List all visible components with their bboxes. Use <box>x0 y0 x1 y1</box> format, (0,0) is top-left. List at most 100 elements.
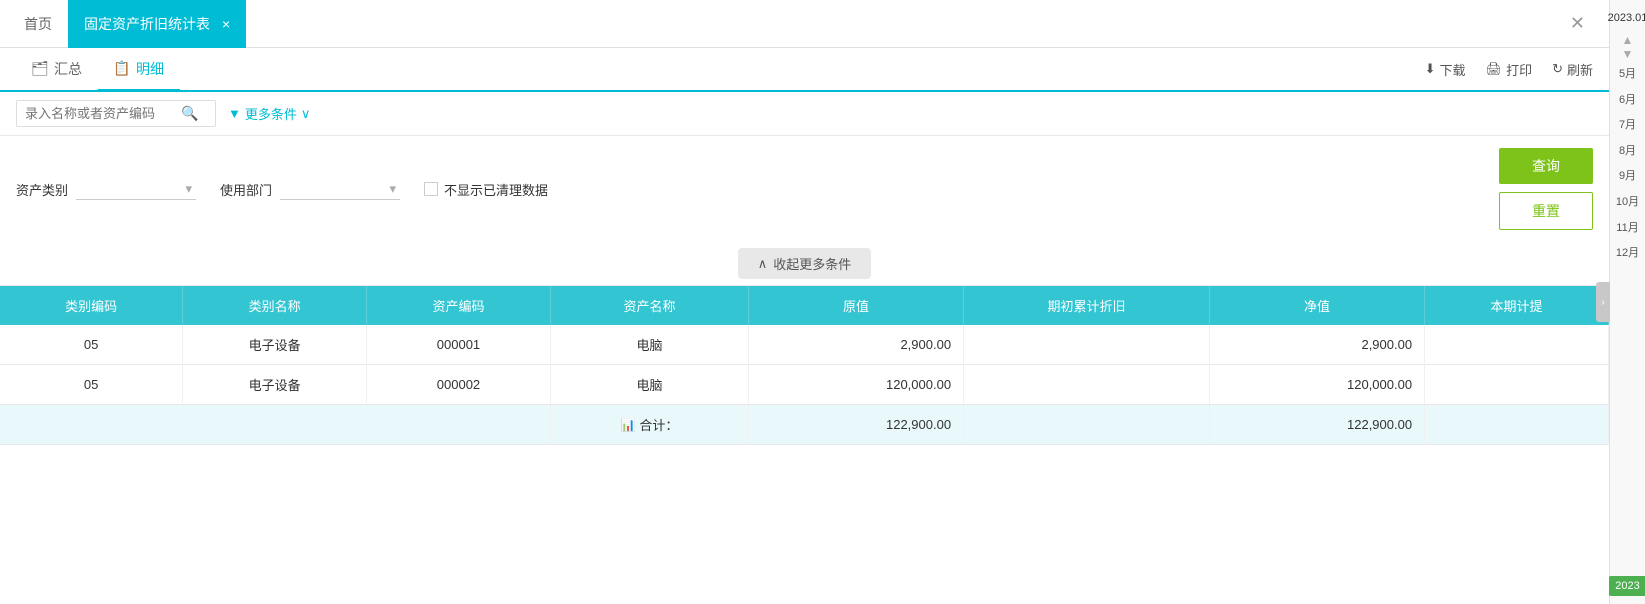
col-current-provision: 本期计提 <box>1425 286 1609 325</box>
hide-cleared-label: 不显示已清理数据 <box>444 180 548 199</box>
tab-summary-label: 汇总 <box>54 59 82 79</box>
cell-asset-code: 000001 <box>367 325 551 365</box>
hide-cleared-checkbox[interactable] <box>424 182 438 196</box>
more-conditions-label: 更多条件 <box>245 104 297 123</box>
nav-home[interactable]: 首页 <box>16 14 60 34</box>
collapse-button[interactable]: ∧ 收起更多条件 <box>738 248 872 279</box>
sidebar-expand-icon[interactable]: › <box>1596 282 1610 322</box>
tab-summary[interactable]: 🗂 汇总 <box>16 48 98 92</box>
cell-asset-name: 电脑 <box>550 365 748 405</box>
download-icon: ⬇ <box>1425 61 1436 77</box>
cell-category-code: 05 <box>0 325 183 365</box>
reset-button[interactable]: 重置 <box>1499 192 1593 230</box>
cell-asset-code: 000002 <box>367 365 551 405</box>
window-close-icon[interactable]: ✕ <box>1562 9 1593 38</box>
sidebar-down-icon[interactable]: ▼ <box>1622 48 1634 60</box>
right-sidebar: › 2023.01 ▲ ▼ 5月6月7月8月9月10月11月12月 2023 <box>1609 0 1645 604</box>
data-table: 类别编码 类别名称 资产编码 资产名称 原值 期初累计折旧 净值 本期计提 05… <box>0 286 1609 445</box>
refresh-button[interactable]: ↻ 刷新 <box>1552 60 1593 79</box>
refresh-icon: ↻ <box>1552 61 1563 77</box>
summary-icon: 🗂 <box>32 61 48 77</box>
asset-category-label: 资产类别 <box>16 180 68 199</box>
filter-area: 资产类别 ▾ 使用部门 ▾ 不显示已清理数据 查询 重置 <box>0 136 1609 286</box>
sidebar-month-item[interactable]: 5月 <box>1612 62 1643 88</box>
total-row: 📊 合计： 122,900.00 122,900.00 <box>0 405 1609 445</box>
cell-original-value: 120,000.00 <box>749 365 964 405</box>
filter-buttons: 查询 重置 <box>1499 148 1593 230</box>
col-net-value: 净值 <box>1210 286 1425 325</box>
nav-tab-close-icon[interactable]: × <box>222 16 230 32</box>
use-department-arrow-icon: ▾ <box>390 181 397 197</box>
collapse-up-icon: ∧ <box>758 256 768 272</box>
sidebar-month-item[interactable]: 11月 <box>1612 216 1643 242</box>
asset-category-select[interactable]: ▾ <box>76 179 196 200</box>
filter-icon: ▼ <box>228 106 241 121</box>
total-original-value: 122,900.00 <box>749 405 964 445</box>
cell-category-code: 05 <box>0 365 183 405</box>
sidebar-up-icon[interactable]: ▲ <box>1622 34 1634 46</box>
sidebar-month-item[interactable]: 6月 <box>1612 88 1643 114</box>
col-initial-depreciation: 期初累计折旧 <box>964 286 1210 325</box>
more-conditions-button[interactable]: ▼ 更多条件 ∨ <box>228 104 310 123</box>
sidebar-month-item[interactable]: 8月 <box>1612 139 1643 165</box>
search-input[interactable] <box>25 106 175 121</box>
toolbar: 🗂 汇总 📋 明细 ⬇ 下载 🖨 打印 ↻ 刷新 <box>0 48 1609 92</box>
table-header-row: 类别编码 类别名称 资产编码 资产名称 原值 期初累计折旧 净值 本期计提 <box>0 286 1609 325</box>
cell-category-name: 电子设备 <box>183 325 367 365</box>
query-button[interactable]: 查询 <box>1499 148 1593 184</box>
sidebar-month-item[interactable]: 9月 <box>1612 164 1643 190</box>
print-button[interactable]: 🖨 打印 <box>1486 60 1533 79</box>
cell-category-name: 电子设备 <box>183 365 367 405</box>
download-button[interactable]: ⬇ 下载 <box>1425 60 1466 79</box>
sidebar-month-item[interactable]: 12月 <box>1612 241 1643 267</box>
total-icon-cell <box>0 405 550 445</box>
sidebar-nav-arrows: ▲ ▼ <box>1622 34 1634 60</box>
search-icon: 🔍 <box>181 105 198 122</box>
collapse-bar: ∧ 收起更多条件 <box>16 242 1593 285</box>
col-category-name: 类别名称 <box>183 286 367 325</box>
detail-icon: 📋 <box>114 61 130 77</box>
nav-tab-active[interactable]: 固定资产折旧统计表 × <box>68 0 246 48</box>
cell-initial-depreciation <box>964 365 1210 405</box>
total-current-provision <box>1425 405 1609 445</box>
cell-net-value: 120,000.00 <box>1210 365 1425 405</box>
tab-detail-label: 明细 <box>136 59 164 79</box>
sidebar-month-item[interactable]: 10月 <box>1612 190 1643 216</box>
total-initial-depreciation <box>964 405 1210 445</box>
search-bar: 🔍 ▼ 更多条件 ∨ <box>0 92 1609 136</box>
date-display: 2023.01 <box>1606 8 1645 28</box>
cell-net-value: 2,900.00 <box>1210 325 1425 365</box>
table-wrap: 类别编码 类别名称 资产编码 资产名称 原值 期初累计折旧 净值 本期计提 05… <box>0 286 1609 604</box>
nav-tab-label: 固定资产折旧统计表 <box>84 14 210 34</box>
filter-hide-cleared[interactable]: 不显示已清理数据 <box>424 180 548 199</box>
cell-current-provision <box>1425 365 1609 405</box>
total-label: 📊 合计： <box>550 405 748 445</box>
refresh-label: 刷新 <box>1567 60 1593 79</box>
col-original-value: 原值 <box>749 286 964 325</box>
filter-use-department: 使用部门 ▾ <box>220 179 400 200</box>
top-nav: 首页 固定资产折旧统计表 × ✕ <box>0 0 1609 48</box>
sidebar-month-item[interactable]: 7月 <box>1612 113 1643 139</box>
print-icon: 🖨 <box>1486 61 1503 77</box>
cell-original-value: 2,900.00 <box>749 325 964 365</box>
collapse-label: 收起更多条件 <box>773 254 851 273</box>
chevron-down-icon: ∨ <box>301 106 311 122</box>
use-department-select[interactable]: ▾ <box>280 179 400 200</box>
sidebar-year[interactable]: 2023 <box>1609 576 1645 596</box>
table-row: 05 电子设备 000001 电脑 2,900.00 2,900.00 <box>0 325 1609 365</box>
total-net-value: 122,900.00 <box>1210 405 1425 445</box>
cell-asset-name: 电脑 <box>550 325 748 365</box>
col-asset-code: 资产编码 <box>367 286 551 325</box>
col-category-code: 类别编码 <box>0 286 183 325</box>
filter-asset-category: 资产类别 ▾ <box>16 179 196 200</box>
cell-current-provision <box>1425 325 1609 365</box>
use-department-label: 使用部门 <box>220 180 272 199</box>
cell-initial-depreciation <box>964 325 1210 365</box>
filter-row: 资产类别 ▾ 使用部门 ▾ 不显示已清理数据 查询 重置 <box>16 148 1593 230</box>
asset-category-arrow-icon: ▾ <box>185 181 192 197</box>
col-asset-name: 资产名称 <box>550 286 748 325</box>
tab-detail[interactable]: 📋 明细 <box>98 48 180 92</box>
search-input-wrap[interactable]: 🔍 <box>16 100 216 127</box>
sidebar-months: 5月6月7月8月9月10月11月12月 <box>1612 62 1643 267</box>
download-label: 下载 <box>1440 60 1466 79</box>
